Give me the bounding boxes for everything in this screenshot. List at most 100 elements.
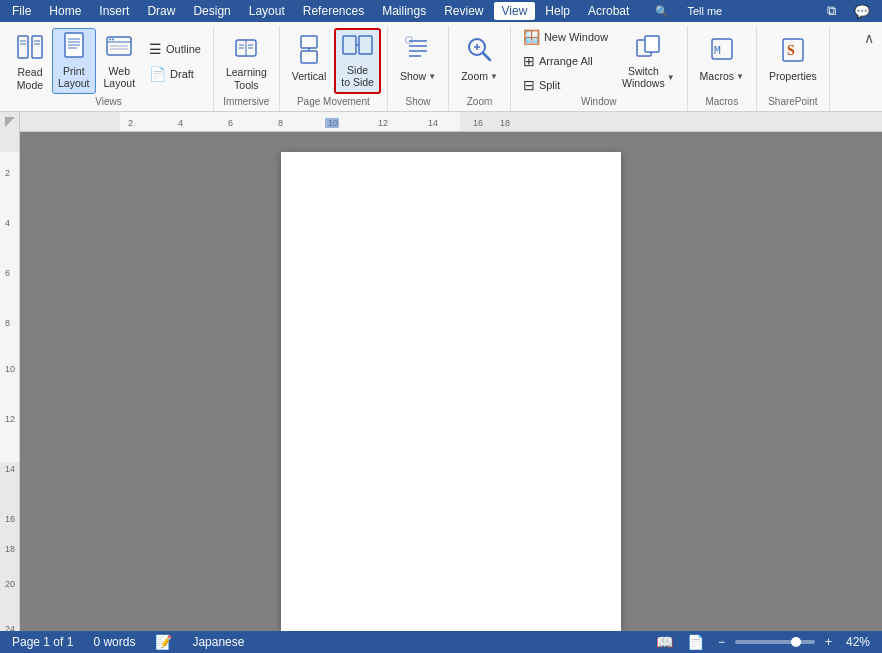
zoom-slider-thumb[interactable]	[791, 637, 801, 647]
restore-button[interactable]: ⧉	[819, 1, 844, 21]
properties-label: Properties	[769, 70, 817, 83]
draft-button[interactable]: 📄 Draft	[143, 63, 207, 85]
word-count-status[interactable]: 0 words	[89, 635, 139, 649]
status-bar: Page 1 of 1 0 words 📝 Japanese 📖 📄 − + 4…	[0, 631, 882, 653]
svg-rect-39	[645, 36, 659, 52]
print-layout-label: Print Layout	[58, 65, 90, 90]
menu-help[interactable]: Help	[537, 2, 578, 20]
macros-button[interactable]: M Macros ▼	[694, 28, 750, 94]
ribbon-group-sharepoint: S Properties SharePoint	[757, 26, 830, 111]
collapse-ribbon-button[interactable]: ∧	[864, 30, 874, 46]
draft-icon: 📄	[149, 66, 166, 82]
outline-button[interactable]: ☰ Outline	[143, 38, 207, 60]
horizontal-ruler-container: 2 4 6 8 10 12 14 16 18	[0, 112, 882, 132]
learning-tools-label: Learning Tools	[226, 66, 267, 91]
svg-text:8: 8	[5, 318, 10, 328]
svg-rect-23	[301, 36, 317, 48]
ribbon-group-window: 🪟 New Window ⊞ Arrange All ⊟ Split	[511, 26, 688, 111]
vertical-icon	[298, 32, 320, 68]
menu-file[interactable]: File	[4, 2, 39, 20]
menu-insert[interactable]: Insert	[91, 2, 137, 20]
properties-button[interactable]: S Properties	[763, 28, 823, 94]
ruler-corner	[0, 112, 20, 132]
zoom-icon	[466, 32, 494, 68]
svg-line-35	[483, 53, 490, 60]
switch-windows-button[interactable]: Switch Windows ▼	[616, 28, 681, 94]
menu-review[interactable]: Review	[436, 2, 491, 20]
zoom-percent-status[interactable]: 42%	[842, 635, 874, 649]
svg-rect-24	[301, 51, 317, 63]
page-count-status[interactable]: Page 1 of 1	[8, 635, 77, 649]
arrange-all-label: Arrange All	[539, 55, 593, 67]
track-changes-icon[interactable]: 📝	[151, 634, 176, 650]
zoom-percent-label: 42%	[846, 635, 870, 649]
vertical-ruler: 2 4 6 8 10 12 14 16 18 20 24	[0, 132, 20, 631]
zoom-slider[interactable]	[735, 640, 815, 644]
split-button[interactable]: ⊟ Split	[517, 74, 614, 96]
zoom-out-button[interactable]: −	[714, 635, 729, 649]
svg-text:12: 12	[378, 118, 388, 128]
svg-text:16: 16	[473, 118, 483, 128]
horizontal-ruler: 2 4 6 8 10 12 14 16 18	[20, 112, 882, 131]
svg-text:6: 6	[5, 268, 10, 278]
menu-view[interactable]: View	[494, 2, 536, 20]
document-canvas[interactable]	[20, 132, 882, 631]
learning-tools-button[interactable]: Learning Tools	[220, 28, 273, 94]
web-layout-icon	[105, 32, 133, 63]
word-document-page	[281, 152, 621, 631]
menu-references[interactable]: References	[295, 2, 372, 20]
svg-text:2: 2	[5, 168, 10, 178]
menu-design[interactable]: Design	[185, 2, 238, 20]
macros-label: Macros	[700, 70, 734, 83]
svg-text:4: 4	[5, 218, 10, 228]
web-layout-button[interactable]: Web Layout	[98, 28, 142, 94]
menu-layout[interactable]: Layout	[241, 2, 293, 20]
side-to-side-label: Side to Side	[341, 64, 374, 89]
properties-icon: S	[779, 32, 807, 68]
outline-draft-group: ☰ Outline 📄 Draft	[143, 28, 207, 94]
zoom-plus-label: +	[825, 635, 832, 649]
read-mode-label: Read Mode	[17, 66, 43, 91]
search-icon: 🔍	[647, 3, 677, 20]
draft-label: Draft	[170, 68, 194, 80]
reading-mode-icon[interactable]: 📖	[652, 634, 677, 650]
ribbon-group-page-movement: Vertical Side to Side Page Movement	[280, 26, 388, 111]
menu-draw[interactable]: Draw	[139, 2, 183, 20]
zoom-button[interactable]: Zoom ▼	[455, 28, 504, 94]
comment-button[interactable]: 💬	[846, 2, 878, 21]
svg-point-13	[109, 39, 111, 41]
side-to-side-icon	[342, 33, 374, 62]
show-button[interactable]: Show ▼	[394, 28, 442, 94]
menu-acrobat[interactable]: Acrobat	[580, 2, 637, 20]
new-window-label: New Window	[544, 31, 608, 43]
immersive-group-label: Immersive	[223, 96, 269, 109]
side-to-side-button[interactable]: Side to Side	[334, 28, 381, 94]
page-movement-group-label: Page Movement	[297, 96, 370, 109]
zoom-in-button[interactable]: +	[821, 635, 836, 649]
menu-mailings[interactable]: Mailings	[374, 2, 434, 20]
svg-text:24: 24	[5, 624, 15, 631]
views-group-label: Views	[95, 96, 122, 109]
new-window-button[interactable]: 🪟 New Window	[517, 26, 614, 48]
zoom-group-label: Zoom	[467, 96, 493, 109]
print-layout-status-icon[interactable]: 📄	[683, 634, 708, 650]
svg-text:12: 12	[5, 414, 15, 424]
macros-arrow-icon: ▼	[736, 72, 744, 81]
svg-rect-45	[120, 112, 460, 131]
switch-windows-arrow-icon: ▼	[667, 73, 675, 82]
svg-rect-33	[406, 37, 412, 43]
arrange-all-button[interactable]: ⊞ Arrange All	[517, 50, 614, 72]
show-arrow-icon: ▼	[428, 72, 436, 81]
tell-me-input[interactable]: Tell me	[679, 3, 730, 19]
vertical-button[interactable]: Vertical	[286, 28, 332, 94]
svg-rect-0	[18, 36, 28, 58]
language-status[interactable]: Japanese	[188, 635, 248, 649]
read-mode-button[interactable]: Read Mode	[10, 28, 50, 94]
menu-home[interactable]: Home	[41, 2, 89, 20]
svg-text:S: S	[787, 43, 795, 58]
print-layout-button[interactable]: Print Layout	[52, 28, 96, 94]
svg-text:18: 18	[5, 544, 15, 554]
switch-windows-icon	[635, 32, 661, 63]
svg-rect-27	[359, 36, 372, 54]
zoom-minus-label: −	[718, 635, 725, 649]
